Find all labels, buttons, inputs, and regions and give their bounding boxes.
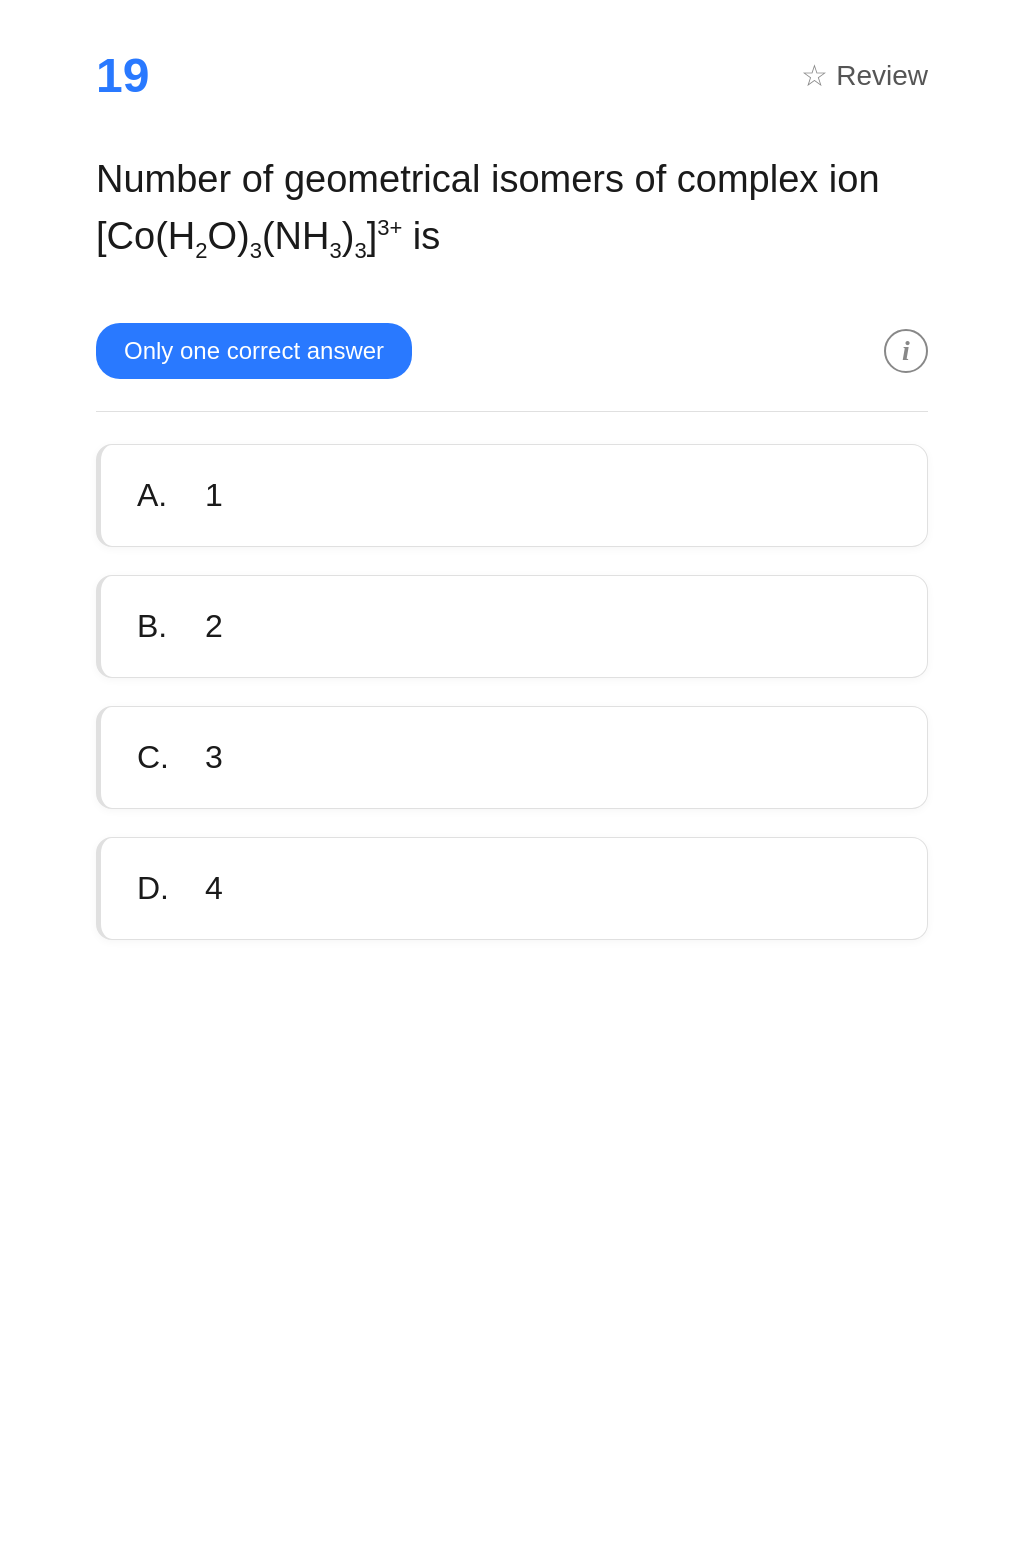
question-header: 19 ☆ Review xyxy=(96,48,928,103)
option-c[interactable]: C. 3 xyxy=(96,706,928,809)
option-a[interactable]: A. 1 xyxy=(96,444,928,547)
option-b[interactable]: B. 2 xyxy=(96,575,928,678)
option-d[interactable]: D. 4 xyxy=(96,837,928,940)
option-c-label: C. xyxy=(137,739,177,776)
star-icon: ☆ xyxy=(801,58,828,93)
option-c-value: 3 xyxy=(205,739,223,776)
option-d-label: D. xyxy=(137,870,177,907)
only-one-correct-badge: Only one correct answer xyxy=(96,323,412,379)
review-button[interactable]: ☆ Review xyxy=(801,58,928,93)
divider xyxy=(96,411,928,412)
option-a-value: 1 xyxy=(205,477,223,514)
badge-row: Only one correct answer i xyxy=(96,323,928,379)
question-number: 19 xyxy=(96,48,149,103)
options-list: A. 1 B. 2 C. 3 D. 4 xyxy=(96,444,928,940)
question-text: Number of geometrical isomers of complex… xyxy=(96,151,928,267)
option-b-value: 2 xyxy=(205,608,223,645)
option-b-label: B. xyxy=(137,608,177,645)
option-d-value: 4 xyxy=(205,870,223,907)
option-a-label: A. xyxy=(137,477,177,514)
info-icon[interactable]: i xyxy=(884,329,928,373)
review-label: Review xyxy=(836,60,928,92)
